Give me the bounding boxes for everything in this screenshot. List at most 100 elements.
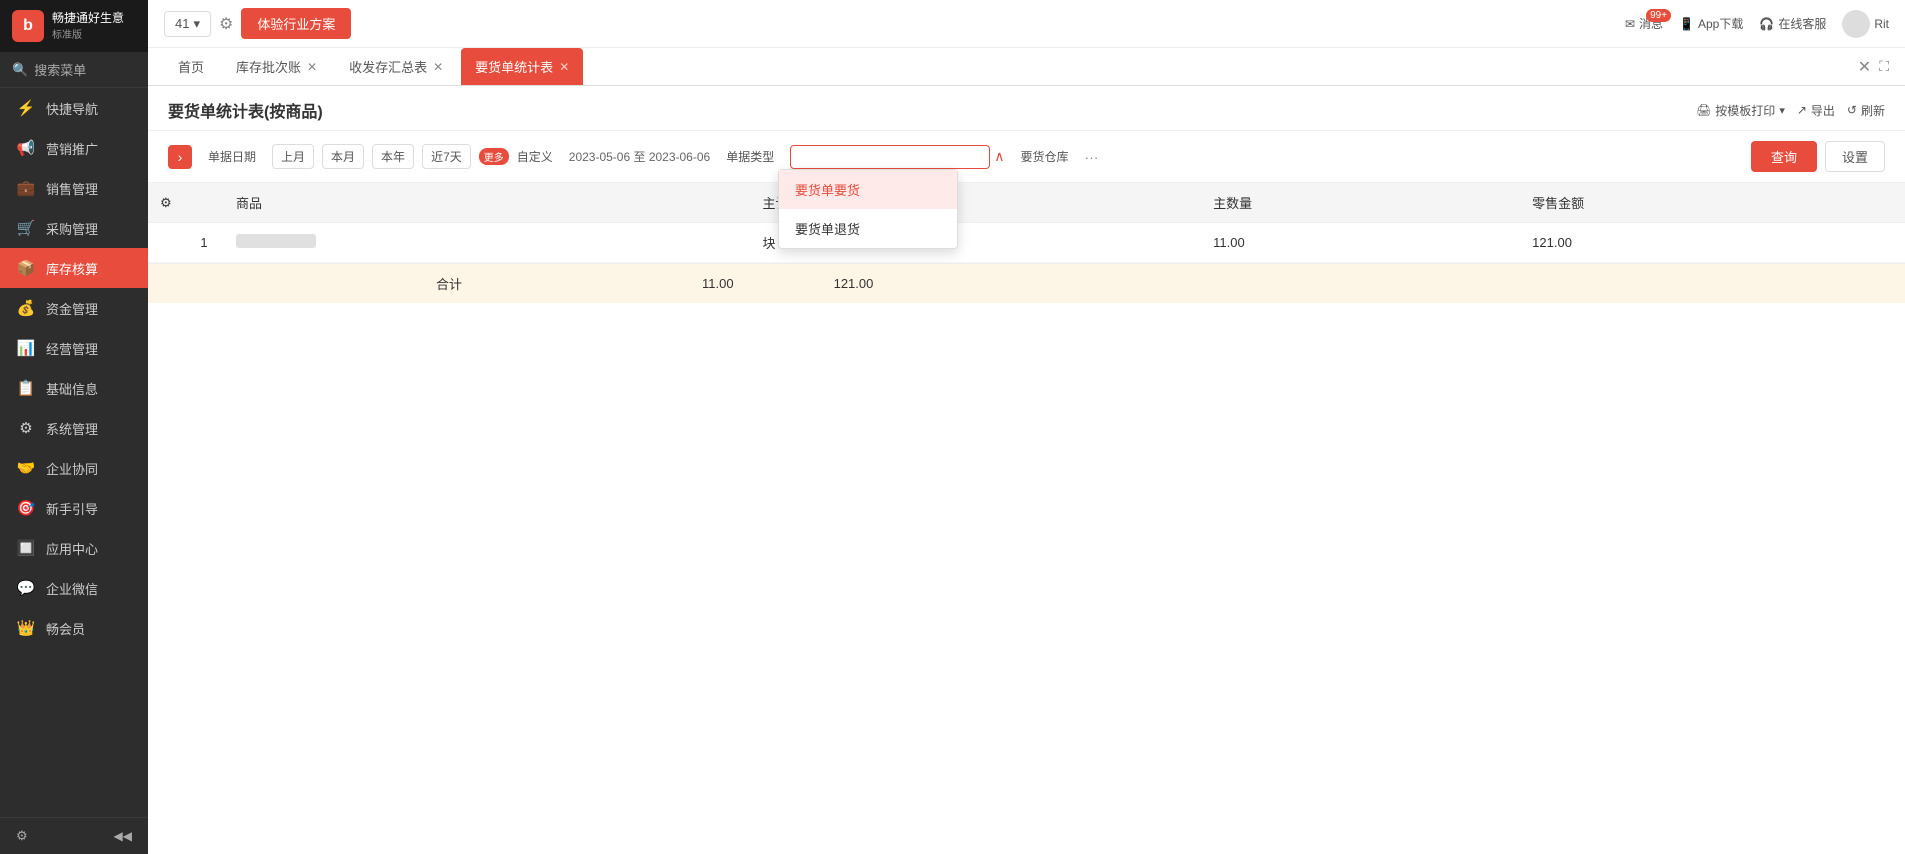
marketing-icon: 📢 — [16, 138, 36, 158]
apps-icon: 🔲 — [16, 538, 36, 558]
sidebar-collapse-icon[interactable]: ◀◀ — [114, 829, 132, 843]
query-button[interactable]: 查询 — [1751, 141, 1817, 172]
app-download-button[interactable]: 📱 App下载 — [1679, 15, 1743, 32]
export-button[interactable]: ↗ 导出 — [1797, 102, 1835, 119]
sidebar-item-inventory[interactable]: 📦 库存核算 — [0, 248, 148, 288]
sidebar-item-label: 采购管理 — [46, 219, 98, 238]
messages-badge: 99+ — [1646, 9, 1671, 22]
dropdown-item-purchase-order[interactable]: 要货单要货 — [779, 170, 957, 209]
warehouse-filter-more[interactable]: ··· — [1084, 149, 1098, 165]
enterprise-icon: 🤝 — [16, 458, 36, 478]
topbar: 41 ▾ ⚙ 体验行业方案 ✉ 消息 99+ 📱 App下载 🎧 在线客服 R — [148, 0, 1905, 48]
user-menu[interactable]: Rit — [1842, 10, 1889, 38]
date-more-badge[interactable]: 更多 — [479, 148, 509, 165]
sidebar-settings-icon[interactable]: ⚙ — [16, 828, 28, 844]
tab-order-stats-close[interactable]: ✕ — [559, 60, 569, 74]
branch-selector[interactable]: 41 ▾ — [164, 11, 211, 37]
sidebar-item-label: 畅会员 — [46, 619, 85, 638]
quick-nav-icon: ⚡ — [16, 98, 36, 118]
export-label: 导出 — [1811, 102, 1835, 119]
table-header-row: ⚙ 商品 主计量单位 主数量 零售金额 — [148, 183, 1905, 223]
sidebar-item-sales[interactable]: 💼 销售管理 — [0, 168, 148, 208]
tab-receive-summary-close[interactable]: ✕ — [433, 60, 443, 74]
print-button[interactable]: 🖨 按模板打印 ▾ — [1696, 102, 1785, 119]
sidebar-item-quick-nav[interactable]: ⚡ 快捷导航 — [0, 88, 148, 128]
tab-home-label: 首页 — [178, 57, 204, 76]
table-footer: 合计 11.00 121.00 — [148, 263, 1905, 303]
logo-icon: b — [12, 10, 44, 42]
tabs-expand[interactable]: ⛶ — [1879, 58, 1889, 75]
topbar-settings-icon[interactable]: ⚙ — [219, 14, 233, 34]
sidebar-item-guide[interactable]: 🎯 新手引导 — [0, 488, 148, 528]
sidebar: b 畅捷通好生意 标准版 🔍 搜索菜单 ⚡ 快捷导航 📢 营销推广 💼 销售管理… — [0, 0, 148, 854]
online-service-button[interactable]: 🎧 在线客服 — [1759, 15, 1826, 32]
date-prev-month[interactable]: 上月 — [272, 144, 314, 169]
footer-quantity: 11.00 — [702, 276, 734, 291]
sidebar-footer: ⚙ ◀◀ — [0, 817, 148, 854]
topbar-right: ✉ 消息 99+ 📱 App下载 🎧 在线客服 Rit — [1625, 10, 1889, 38]
page-header: 要货单统计表(按商品) 🖨 按模板打印 ▾ ↗ 导出 ↺ 刷新 — [148, 86, 1905, 131]
type-filter-wrapper: ∧ — [790, 145, 1004, 169]
printer-icon: 🖨 — [1696, 103, 1711, 117]
sidebar-item-label: 营销推广 — [46, 139, 98, 158]
base-icon: 📋 — [16, 378, 36, 398]
footer-amount: 121.00 — [834, 276, 874, 291]
refresh-button[interactable]: ↺ 刷新 — [1847, 102, 1885, 119]
print-arrow-icon: ▾ — [1779, 104, 1785, 117]
user-name: Rit — [1874, 17, 1889, 31]
date-this-month[interactable]: 本月 — [322, 144, 364, 169]
filter-expand-button[interactable]: › — [168, 145, 192, 169]
sidebar-search-label: 搜索菜单 — [34, 60, 86, 79]
row-settings — [148, 223, 184, 263]
sidebar-item-marketing[interactable]: 📢 营销推广 — [0, 128, 148, 168]
sidebar-item-operation[interactable]: 📊 经营管理 — [0, 328, 148, 368]
sidebar-item-label: 新手引导 — [46, 499, 98, 518]
col-seq-header — [184, 183, 224, 223]
type-filter-input[interactable] — [790, 145, 990, 169]
tab-receive-summary[interactable]: 收发存汇总表 ✕ — [335, 48, 457, 85]
row-product — [224, 223, 751, 263]
sidebar-item-base[interactable]: 📋 基础信息 — [0, 368, 148, 408]
date-this-year[interactable]: 本年 — [372, 144, 414, 169]
sidebar-item-system[interactable]: ⚙ 系统管理 — [0, 408, 148, 448]
sidebar-item-label: 销售管理 — [46, 179, 98, 198]
sidebar-item-member[interactable]: 👑 畅会员 — [0, 608, 148, 648]
sidebar-search[interactable]: 🔍 搜索菜单 — [0, 52, 148, 88]
col-settings-header[interactable]: ⚙ — [148, 183, 184, 223]
tabs-close-all[interactable]: ✕ — [1858, 57, 1871, 77]
sidebar-item-apps[interactable]: 🔲 应用中心 — [0, 528, 148, 568]
date-filter-label: 单据日期 — [208, 148, 256, 165]
inventory-icon: 📦 — [16, 258, 36, 278]
sidebar-item-enterprise[interactable]: 🤝 企业协同 — [0, 448, 148, 488]
tab-inventory-batch[interactable]: 库存批次账 ✕ — [222, 48, 331, 85]
app-download-label: App下载 — [1698, 15, 1743, 32]
row-amount: 121.00 — [1520, 223, 1905, 263]
avatar — [1842, 10, 1870, 38]
date-last-7days[interactable]: 近7天 — [422, 144, 471, 169]
sidebar-item-label: 经营管理 — [46, 339, 98, 358]
tab-inventory-batch-label: 库存批次账 — [236, 57, 301, 76]
sidebar-item-label: 基础信息 — [46, 379, 98, 398]
sidebar-item-finance[interactable]: 💰 资金管理 — [0, 288, 148, 328]
tab-order-stats[interactable]: 要货单统计表 ✕ — [461, 48, 583, 85]
tab-receive-summary-label: 收发存汇总表 — [349, 57, 427, 76]
warehouse-filter-label: 要货仓库 — [1020, 148, 1068, 165]
date-custom-button[interactable]: 自定义 — [517, 148, 553, 165]
row-seq: 1 — [184, 223, 224, 263]
sidebar-item-label: 资金管理 — [46, 299, 98, 318]
sidebar-item-label: 库存核算 — [46, 259, 98, 278]
tab-inventory-batch-close[interactable]: ✕ — [307, 60, 317, 74]
trial-button[interactable]: 体验行业方案 — [241, 8, 351, 39]
dropdown-item-purchase-return[interactable]: 要货单退货 — [779, 209, 957, 248]
refresh-icon: ↺ — [1847, 103, 1857, 117]
tab-home[interactable]: 首页 — [164, 48, 218, 85]
data-table: ⚙ 商品 主计量单位 主数量 零售金额 1 — [148, 183, 1905, 263]
tabs-bar: 首页 库存批次账 ✕ 收发存汇总表 ✕ 要货单统计表 ✕ ✕ ⛶ — [148, 48, 1905, 86]
topbar-left: 41 ▾ ⚙ 体验行业方案 — [164, 8, 1609, 39]
sidebar-item-label: 系统管理 — [46, 419, 98, 438]
messages-button[interactable]: ✉ 消息 99+ — [1625, 15, 1663, 32]
sidebar-item-wechat[interactable]: 💬 企业微信 — [0, 568, 148, 608]
sidebar-item-purchase[interactable]: 🛒 采购管理 — [0, 208, 148, 248]
settings-button[interactable]: 设置 — [1825, 141, 1885, 172]
type-filter-arrow[interactable]: ∧ — [994, 148, 1004, 165]
